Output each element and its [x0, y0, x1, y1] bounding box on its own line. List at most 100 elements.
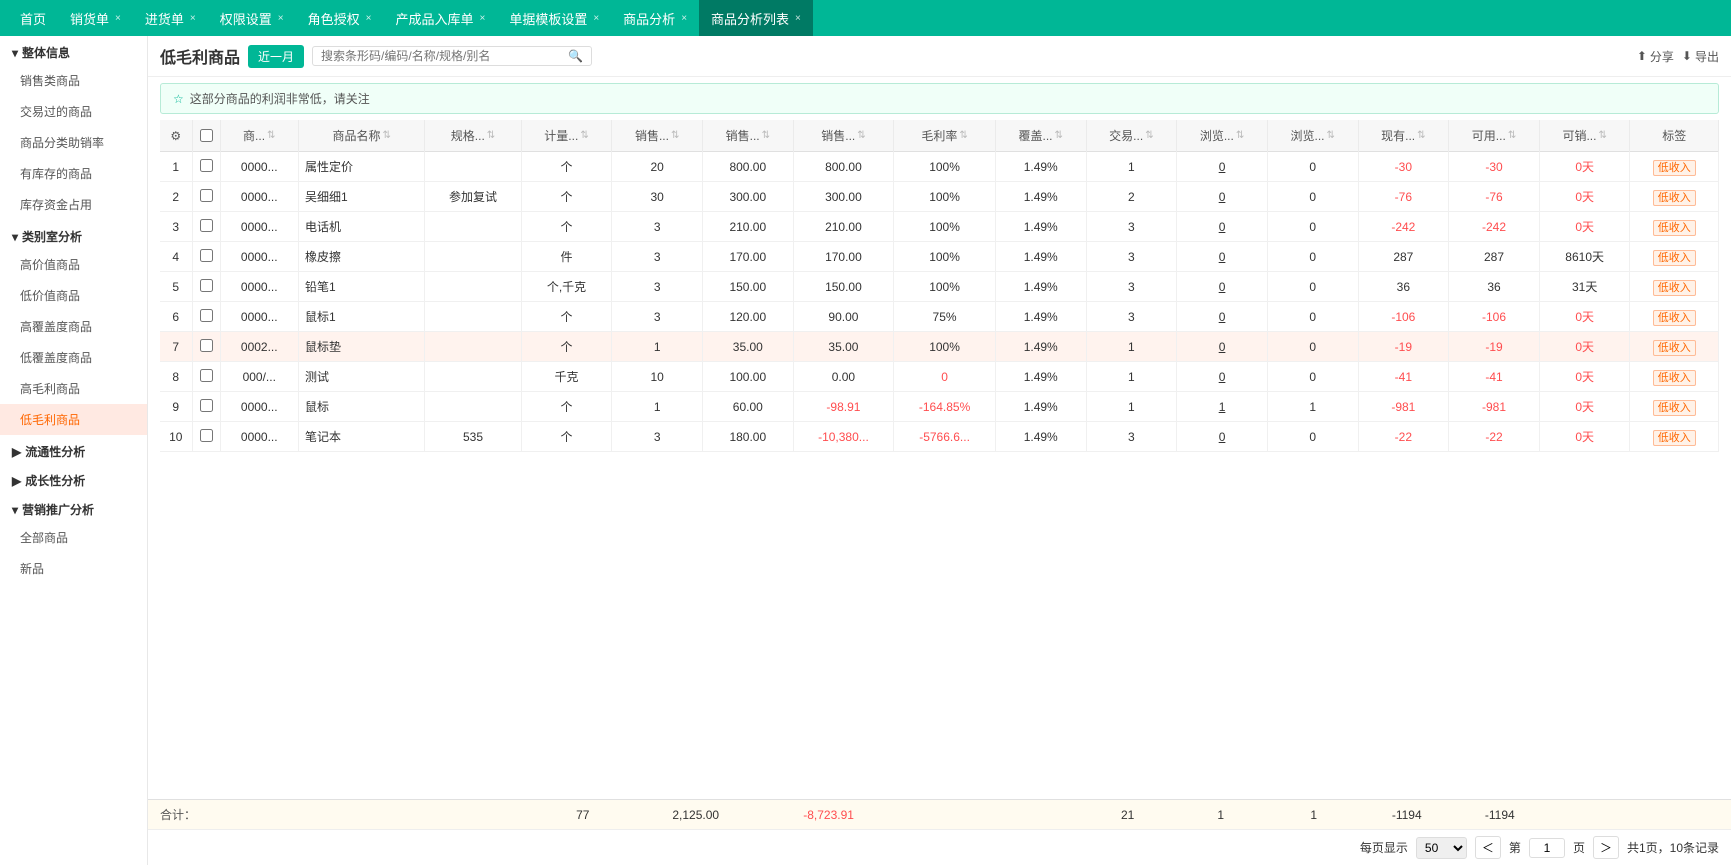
row-checkbox[interactable] [200, 279, 213, 292]
nav-roles[interactable]: 角色授权× [296, 0, 384, 36]
next-page-btn[interactable]: ＞ [1593, 836, 1619, 859]
close-icon[interactable]: × [795, 13, 801, 24]
view1-link[interactable]: 0 [1219, 250, 1226, 264]
th-current-stock[interactable]: 现有...⇅ [1358, 120, 1449, 152]
sidebar-group-circulation[interactable]: ▶ 流通性分析 [0, 435, 147, 464]
sidebar-group-overall[interactable]: ▾ 整体信息 [0, 36, 147, 65]
th-spec[interactable]: 规格...⇅ [425, 120, 521, 152]
view1-link[interactable]: 0 [1219, 430, 1226, 444]
row-checkbox-cell[interactable] [192, 272, 220, 302]
th-code[interactable]: 商...⇅ [220, 120, 298, 152]
row-view1[interactable]: 0 [1177, 362, 1268, 392]
row-checkbox[interactable] [200, 309, 213, 322]
row-checkbox-cell[interactable] [192, 362, 220, 392]
sidebar-item-high-margin[interactable]: 高毛利商品 [0, 373, 147, 404]
view1-link[interactable]: 0 [1219, 340, 1226, 354]
row-name[interactable]: 测试 [298, 362, 424, 392]
row-name[interactable]: 笔记本 [298, 422, 424, 452]
row-checkbox-cell[interactable] [192, 422, 220, 452]
filter-recent-month[interactable]: 近一月 [248, 45, 304, 68]
row-checkbox[interactable] [200, 249, 213, 262]
row-checkbox[interactable] [200, 219, 213, 232]
view1-link[interactable]: 0 [1219, 220, 1226, 234]
row-view1[interactable]: 0 [1177, 212, 1268, 242]
close-icon[interactable]: × [278, 13, 284, 24]
sidebar-item-stock-capital[interactable]: 库存资金占用 [0, 189, 147, 220]
row-checkbox[interactable] [200, 369, 213, 382]
row-checkbox-cell[interactable] [192, 392, 220, 422]
sidebar-item-category-sales[interactable]: 商品分类助销率 [0, 127, 147, 158]
th-settings[interactable]: ⚙ [160, 120, 192, 152]
sidebar-item-high-value[interactable]: 高价值商品 [0, 249, 147, 280]
view1-link[interactable]: 0 [1219, 190, 1226, 204]
select-all-checkbox[interactable] [200, 129, 213, 142]
sidebar-item-low-margin[interactable]: 低毛利商品 [0, 404, 147, 435]
row-checkbox-cell[interactable] [192, 152, 220, 182]
row-checkbox-cell[interactable] [192, 212, 220, 242]
row-view1[interactable]: 0 [1177, 422, 1268, 452]
row-name[interactable]: 属性定价 [298, 152, 424, 182]
sidebar-item-traded-products[interactable]: 交易过的商品 [0, 96, 147, 127]
th-view1[interactable]: 浏览...⇅ [1177, 120, 1268, 152]
sidebar-group-marketing[interactable]: ▾ 营销推广分析 [0, 493, 147, 522]
view1-link[interactable]: 1 [1219, 400, 1226, 414]
view1-link[interactable]: 0 [1219, 370, 1226, 384]
th-transaction[interactable]: 交易...⇅ [1086, 120, 1177, 152]
page-number-input[interactable] [1529, 838, 1565, 858]
search-input[interactable] [321, 49, 564, 63]
view1-link[interactable]: 0 [1219, 160, 1226, 174]
close-icon[interactable]: × [479, 13, 485, 24]
nav-permissions[interactable]: 权限设置× [208, 0, 296, 36]
sidebar-item-stocked-products[interactable]: 有库存的商品 [0, 158, 147, 189]
row-name[interactable]: 吴细细1 [298, 182, 424, 212]
row-name[interactable]: 橡皮擦 [298, 242, 424, 272]
row-view1[interactable]: 0 [1177, 272, 1268, 302]
th-available[interactable]: 可用...⇅ [1449, 120, 1540, 152]
th-unit[interactable]: 计量...⇅ [521, 120, 612, 152]
th-sales-profit[interactable]: 销售...⇅ [793, 120, 894, 152]
row-name[interactable]: 铅笔1 [298, 272, 424, 302]
row-checkbox-cell[interactable] [192, 182, 220, 212]
row-checkbox[interactable] [200, 399, 213, 412]
data-table-container[interactable]: ⚙ 商...⇅ 商品名称⇅ 规格...⇅ [160, 120, 1719, 799]
row-view1[interactable]: 0 [1177, 242, 1268, 272]
settings-icon[interactable]: ⚙ [170, 129, 181, 143]
close-icon[interactable]: × [190, 13, 196, 24]
row-checkbox-cell[interactable] [192, 332, 220, 362]
view1-link[interactable]: 0 [1219, 310, 1226, 324]
nav-purchase[interactable]: 进货单× [133, 0, 208, 36]
row-view1[interactable]: 0 [1177, 332, 1268, 362]
row-checkbox[interactable] [200, 339, 213, 352]
prev-page-btn[interactable]: ＜ [1475, 836, 1501, 859]
th-checkbox[interactable] [192, 120, 220, 152]
th-sales-price[interactable]: 销售...⇅ [702, 120, 793, 152]
th-name[interactable]: 商品名称⇅ [298, 120, 424, 152]
nav-product-analysis-list[interactable]: 商品分析列表× [699, 0, 813, 36]
row-checkbox-cell[interactable] [192, 242, 220, 272]
row-name[interactable]: 电话机 [298, 212, 424, 242]
row-name[interactable]: 鼠标垫 [298, 332, 424, 362]
row-view1[interactable]: 0 [1177, 152, 1268, 182]
close-icon[interactable]: × [593, 13, 599, 24]
export-button[interactable]: ⬇ 导出 [1682, 48, 1719, 65]
row-view1[interactable]: 0 [1177, 302, 1268, 332]
sidebar-item-low-coverage[interactable]: 低覆盖度商品 [0, 342, 147, 373]
view1-link[interactable]: 0 [1219, 280, 1226, 294]
th-coverage[interactable]: 覆盖...⇅ [995, 120, 1086, 152]
row-view1[interactable]: 0 [1177, 182, 1268, 212]
nav-template-settings[interactable]: 单据模板设置× [497, 0, 611, 36]
sidebar-item-high-coverage[interactable]: 高覆盖度商品 [0, 311, 147, 342]
sidebar-group-category[interactable]: ▾ 类别室分析 [0, 220, 147, 249]
sidebar-group-growth[interactable]: ▶ 成长性分析 [0, 464, 147, 493]
row-checkbox-cell[interactable] [192, 302, 220, 332]
row-name[interactable]: 鼠标 [298, 392, 424, 422]
row-checkbox[interactable] [200, 159, 213, 172]
row-view1[interactable]: 1 [1177, 392, 1268, 422]
sidebar-item-low-value[interactable]: 低价值商品 [0, 280, 147, 311]
nav-sales[interactable]: 销货单× [58, 0, 133, 36]
search-icon[interactable]: 🔍 [568, 49, 583, 63]
row-name[interactable]: 鼠标1 [298, 302, 424, 332]
nav-product-analysis[interactable]: 商品分析× [611, 0, 699, 36]
sidebar-item-all-products[interactable]: 全部商品 [0, 522, 147, 553]
th-view2[interactable]: 浏览...⇅ [1267, 120, 1358, 152]
